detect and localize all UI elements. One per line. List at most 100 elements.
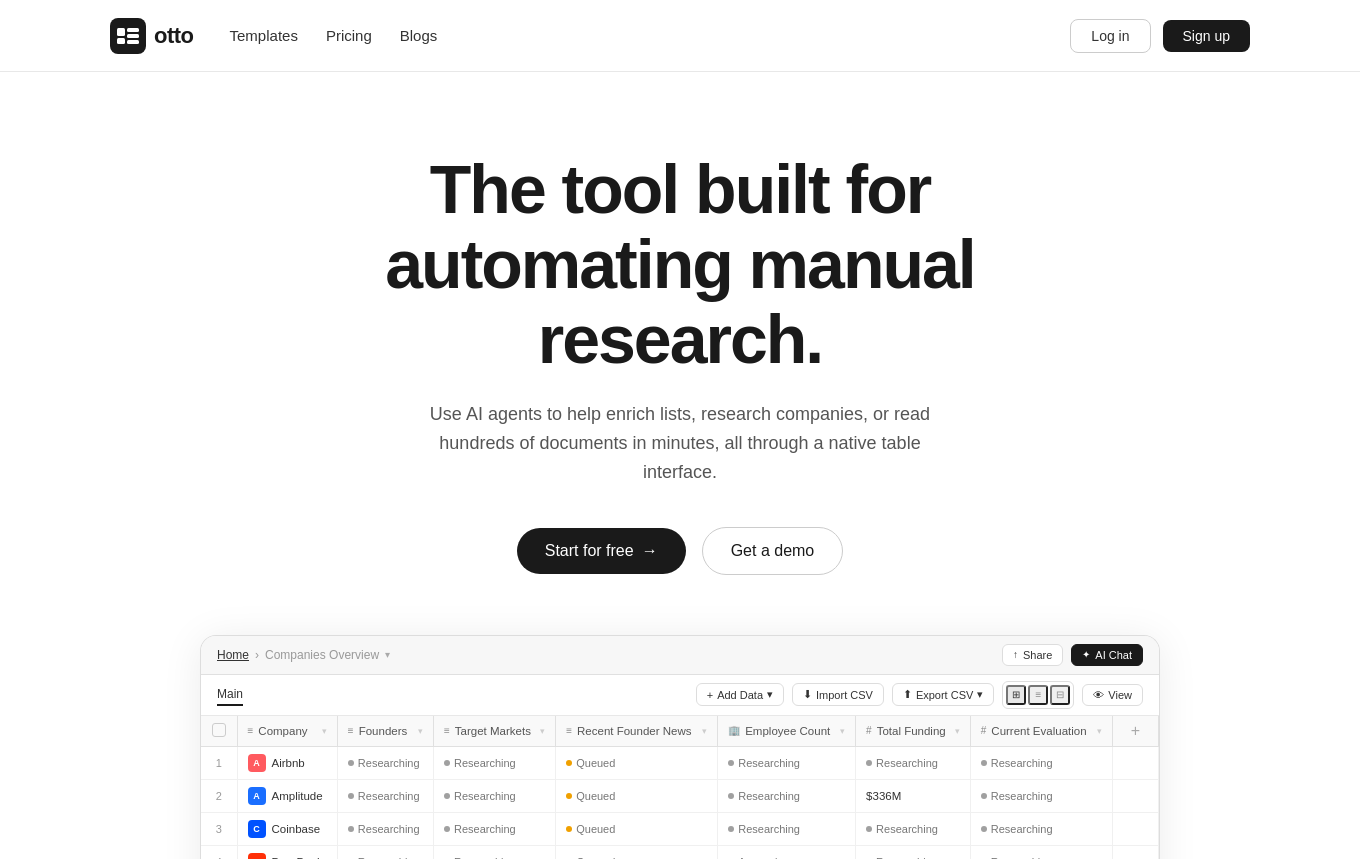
list-view-button[interactable]: ≡ [1028,685,1048,705]
nav-templates[interactable]: Templates [230,27,298,44]
nav-pricing[interactable]: Pricing [326,27,372,44]
status-dot-icon [348,793,354,799]
status-badge: Researching [348,757,420,769]
total-funding-cell: Researching [856,812,971,845]
import-csv-button[interactable]: ⬇ Import CSV [792,683,884,706]
current-eval-cell: Researching [970,746,1112,779]
table-row[interactable]: 3 C Coinbase Researching Researching Que… [201,812,1159,845]
export-chevron-icon: ▾ [977,688,983,701]
status-dot-icon [444,793,450,799]
status-badge: Researching [444,757,516,769]
top-bar-right: ↑ Share ✦ AI Chat [1002,644,1143,666]
status-badge: Researching [348,790,420,802]
data-table: ≡ Company ▾ ≡ Founders ▾ [201,716,1159,859]
target-markets-cell: Researching [433,812,555,845]
breadcrumb-current: Companies Overview [265,648,379,662]
table-toolbar: Main + Add Data ▾ ⬇ Import CSV ⬆ Export … [201,675,1159,716]
total-funding-cell: Researching [856,845,971,859]
employee-count-cell: Answering [718,845,856,859]
col-company[interactable]: ≡ Company ▾ [237,716,337,747]
col-target-markets[interactable]: ≡ Target Markets ▾ [433,716,555,747]
share-icon: ↑ [1013,649,1018,660]
plus-icon: + [707,689,713,701]
row-action-cell [1112,779,1158,812]
col-recent-news[interactable]: ≡ Recent Founder News ▾ [556,716,718,747]
login-button[interactable]: Log in [1070,19,1150,53]
nav-blogs[interactable]: Blogs [400,27,438,44]
status-badge: Researching [728,790,800,802]
company-cell: A Amplitude [237,779,337,812]
col-founders-sort-icon: ▾ [418,726,423,736]
col-current-eval[interactable]: # Current Evaluation ▾ [970,716,1112,747]
svg-rect-1 [117,38,125,44]
add-column-button[interactable]: + [1123,722,1148,740]
start-free-button[interactable]: Start for free → [517,528,686,574]
status-dot-icon [728,826,734,832]
recent-news-cell: Queued [556,746,718,779]
founders-cell: Researching [337,779,433,812]
col-company-icon: ≡ [248,725,254,736]
current-eval-cell: Researching [970,779,1112,812]
add-column-header[interactable]: + [1112,716,1158,747]
total-funding-cell: $336M [856,779,971,812]
status-badge: Researching [728,823,800,835]
logo[interactable]: otto [110,18,194,54]
tab-main[interactable]: Main [217,684,243,706]
col-news-sort-icon: ▾ [702,726,707,736]
status-badge: Researching [444,790,516,802]
kanban-view-button[interactable]: ⊟ [1050,685,1070,705]
breadcrumb: Home › Companies Overview ▾ [217,648,390,662]
status-dot-icon [981,793,987,799]
status-badge: Researching [981,790,1053,802]
view-button[interactable]: 👁 View [1082,684,1143,706]
status-dot-icon [866,760,872,766]
company-logo: A [248,787,266,805]
company-name: Amplitude [272,790,323,802]
company-name: Airbnb [272,757,305,769]
company-logo: A [248,754,266,772]
table-row[interactable]: 2 A Amplitude Researching Researching Qu… [201,779,1159,812]
total-funding-cell: Researching [856,746,971,779]
status-badge: Queued [566,790,615,802]
col-employee-icon: 🏢 [728,725,740,736]
chevron-down-icon: ▾ [767,688,773,701]
signup-button[interactable]: Sign up [1163,20,1250,52]
checkbox-header[interactable] [201,716,237,747]
table-row[interactable]: 4 D DoorDash Researching Researching Que… [201,845,1159,859]
status-dot-icon [348,826,354,832]
row-num-cell: 2 [201,779,237,812]
ai-chat-button[interactable]: ✦ AI Chat [1071,644,1143,666]
company-cell: A Airbnb [237,746,337,779]
preview-section: Home › Companies Overview ▾ ↑ Share ✦ AI… [180,635,1180,859]
recent-news-cell: Queued [556,812,718,845]
target-markets-cell: Researching [433,845,555,859]
company-cell: C Coinbase [237,812,337,845]
breadcrumb-home[interactable]: Home [217,648,249,662]
founders-cell: Researching [337,845,433,859]
row-action-cell [1112,746,1158,779]
status-badge: Researching [981,823,1053,835]
row-action-cell [1112,845,1158,859]
export-csv-button[interactable]: ⬆ Export CSV ▾ [892,683,994,706]
status-dot-icon [728,760,734,766]
status-dot-icon [566,760,572,766]
current-eval-cell: Researching [970,812,1112,845]
status-dot-icon [444,760,450,766]
view-toggle-group: ⊞ ≡ ⊟ [1002,681,1074,709]
target-markets-cell: Researching [433,779,555,812]
add-data-button[interactable]: + Add Data ▾ [696,683,784,706]
col-total-funding[interactable]: # Total Funding ▾ [856,716,971,747]
table-row[interactable]: 1 A Airbnb Researching Researching Queue… [201,746,1159,779]
preview-card: Home › Companies Overview ▾ ↑ Share ✦ AI… [200,635,1160,859]
col-founders[interactable]: ≡ Founders ▾ [337,716,433,747]
col-employee-sort-icon: ▾ [840,726,845,736]
hero-cta-group: Start for free → Get a demo [20,527,1340,575]
col-employee-count[interactable]: 🏢 Employee Count ▾ [718,716,856,747]
target-markets-cell: Researching [433,746,555,779]
status-badge: Queued [566,757,615,769]
status-dot-icon [981,826,987,832]
status-dot-icon [444,826,450,832]
get-demo-button[interactable]: Get a demo [702,527,844,575]
grid-view-button[interactable]: ⊞ [1006,685,1026,705]
share-button[interactable]: ↑ Share [1002,644,1063,666]
